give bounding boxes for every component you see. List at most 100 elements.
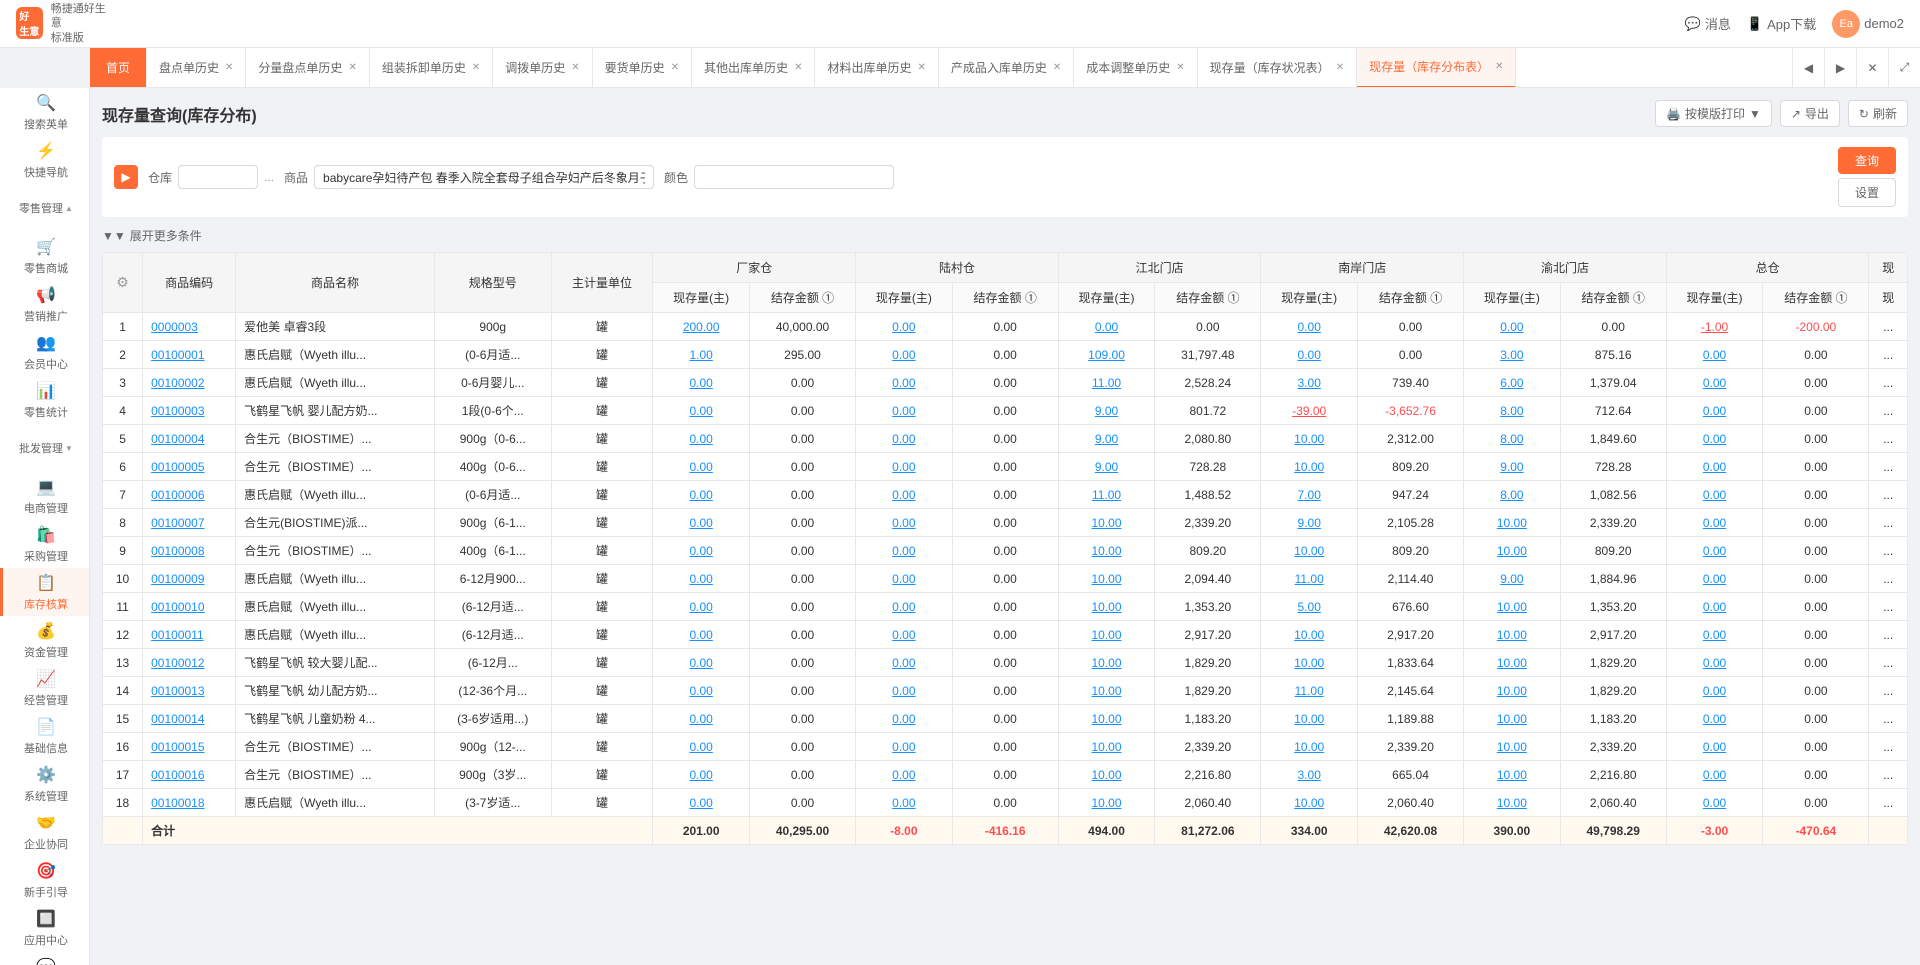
th-general-warehouse: 总仓 xyxy=(1666,253,1869,283)
row-zc-qty: 0.00 xyxy=(1666,733,1762,761)
color-input[interactable] xyxy=(694,165,894,189)
main-content: 现存量查询(库存分布) 🖨️ 按模版打印 ▼ ↗ 导出 ↻ 刷新 ▶ xyxy=(90,88,1920,965)
tab-expand-btn[interactable]: ⤢ xyxy=(1888,48,1920,88)
sidebar-item-retail-stats[interactable]: 📊 零售统计 xyxy=(0,376,89,424)
lightning-icon: ⚡ xyxy=(36,141,56,161)
sidebar-item-search[interactable]: 🔍 搜索英单 xyxy=(0,88,89,136)
row-no: 18 xyxy=(103,789,143,817)
tab-prev-btn[interactable]: ◀ xyxy=(1792,48,1824,88)
sidebar-item-operations[interactable]: 📈 经营管理 xyxy=(0,664,89,712)
row-lc-qty: 0.00 xyxy=(856,705,952,733)
print-btn[interactable]: 🖨️ 按模版打印 ▼ xyxy=(1655,100,1772,127)
row-zc-qty: 0.00 xyxy=(1666,453,1762,481)
query-button[interactable]: 查询 xyxy=(1838,147,1896,174)
sidebar-item-basic-info[interactable]: 📄 基础信息 xyxy=(0,712,89,760)
total-cf-amt: 40,295.00 xyxy=(749,817,855,845)
row-jb-qty: 9.00 xyxy=(1058,453,1154,481)
tab-chancheng[interactable]: 产成品入库单历史 ✕ xyxy=(939,48,1074,88)
th-settings[interactable]: ⚙ xyxy=(103,253,143,313)
row-spec: (6-12月适... xyxy=(434,621,551,649)
row-na-amt: 2,917.20 xyxy=(1357,621,1463,649)
tab-close-icon[interactable]: ✕ xyxy=(1053,62,1061,73)
row-na-amt: 0.00 xyxy=(1357,341,1463,369)
row-jb-qty: 10.00 xyxy=(1058,593,1154,621)
expand-more-btn[interactable]: ▼▼ 展开更多条件 xyxy=(102,227,1908,244)
row-cf-amt: 0.00 xyxy=(749,481,855,509)
tab-close-all-btn[interactable]: ✕ xyxy=(1856,48,1888,88)
row-zc-qty: 0.00 xyxy=(1666,649,1762,677)
row-yb-amt: 2,339.20 xyxy=(1560,733,1666,761)
sidebar-item-finance[interactable]: 💰 资金管理 xyxy=(0,616,89,664)
row-spec: 900g（6-1... xyxy=(434,509,551,537)
row-yb-qty: 6.00 xyxy=(1464,369,1560,397)
warehouse-input[interactable] xyxy=(178,165,258,189)
row-unit: 罐 xyxy=(551,649,653,677)
sidebar-item-enterprise[interactable]: 🤝 企业协同 xyxy=(0,808,89,856)
stats-icon: 📊 xyxy=(36,381,56,401)
filter-expand-btn[interactable]: ▶ xyxy=(114,165,138,189)
row-code: 00100001 xyxy=(143,341,236,369)
sidebar-item-retail-mall[interactable]: 🛒 零售商城 xyxy=(0,232,89,280)
row-lc-qty: 0.00 xyxy=(856,425,952,453)
row-na-amt: 2,145.64 xyxy=(1357,677,1463,705)
row-jb-amt: 2,339.20 xyxy=(1155,733,1261,761)
user-menu[interactable]: Ea demo2 xyxy=(1832,10,1904,38)
tab-next-btn[interactable]: ▶ xyxy=(1824,48,1856,88)
sidebar-item-system[interactable]: ⚙️ 系统管理 xyxy=(0,760,89,808)
tab-close-icon[interactable]: ✕ xyxy=(1336,62,1344,73)
message-btn[interactable]: 💬 消息 xyxy=(1685,14,1731,33)
sidebar-item-purchase[interactable]: 🛍️ 采购管理 xyxy=(0,520,89,568)
sidebar-item-guide[interactable]: 🎯 新手引导 xyxy=(0,856,89,904)
tab-close-icon[interactable]: ✕ xyxy=(472,62,480,73)
tab-close-icon[interactable]: ✕ xyxy=(571,62,579,73)
sidebar-item-apps[interactable]: 🔲 应用中心 xyxy=(0,904,89,952)
refresh-btn[interactable]: ↻ 刷新 xyxy=(1848,100,1908,127)
tab-close-icon[interactable]: ✕ xyxy=(794,62,802,73)
export-btn[interactable]: ↗ 导出 xyxy=(1780,100,1840,127)
row-na-qty: 10.00 xyxy=(1261,453,1357,481)
sidebar-item-wholesale[interactable]: 批发管理 ▼ xyxy=(0,424,89,472)
th-yb-qty: 现存量(主) xyxy=(1464,283,1560,313)
sidebar-item-wechat[interactable]: 💬 企业微信 xyxy=(0,952,89,965)
row-yb-amt: 809.20 xyxy=(1560,537,1666,565)
tab-zuhe[interactable]: 组装拆卸单历史 ✕ xyxy=(370,48,493,88)
row-yb-amt: 1,082.56 xyxy=(1560,481,1666,509)
tab-close-icon[interactable]: ✕ xyxy=(671,62,679,73)
color-label: 颜色 xyxy=(664,169,688,186)
sidebar-item-marketing[interactable]: 📢 营销推广 xyxy=(0,280,89,328)
tab-cailiao[interactable]: 材料出库单历史 ✕ xyxy=(815,48,938,88)
tab-close-icon[interactable]: ✕ xyxy=(1495,61,1503,72)
sidebar-item-members[interactable]: 👥 会员中心 xyxy=(0,328,89,376)
row-lc-qty: 0.00 xyxy=(856,677,952,705)
row-yb-qty: 8.00 xyxy=(1464,481,1560,509)
app-download-btn[interactable]: 📱 App下载 xyxy=(1747,14,1816,33)
tab-close-icon[interactable]: ✕ xyxy=(348,62,356,73)
tab-fenpan[interactable]: 分量盘点单历史 ✕ xyxy=(246,48,369,88)
row-spec: (3-6岁适用...) xyxy=(434,705,551,733)
row-jb-amt: 0.00 xyxy=(1155,313,1261,341)
tab-xiancun2[interactable]: 现存量（库存分布表） ✕ xyxy=(1357,48,1516,88)
tab-yaohuo[interactable]: 要货单历史 ✕ xyxy=(593,48,692,88)
row-yb-amt: 875.16 xyxy=(1560,341,1666,369)
row-unit: 罐 xyxy=(551,425,653,453)
sidebar-item-ecommerce[interactable]: 💻 电商管理 xyxy=(0,472,89,520)
row-cf-qty: 200.00 xyxy=(653,313,749,341)
goods-input[interactable] xyxy=(314,165,654,189)
tab-diaob[interactable]: 调拨单历史 ✕ xyxy=(493,48,592,88)
sidebar-item-inventory[interactable]: 📋 库存核算 xyxy=(0,568,89,616)
tab-home[interactable]: 首页 xyxy=(90,48,147,88)
tab-xiancun1[interactable]: 现存量（库存状况表） ✕ xyxy=(1198,48,1357,88)
tab-close-icon[interactable]: ✕ xyxy=(917,62,925,73)
tab-qita[interactable]: 其他出库单历史 ✕ xyxy=(692,48,815,88)
tab-chengben[interactable]: 成本调整单历史 ✕ xyxy=(1074,48,1197,88)
sidebar-item-quicknav[interactable]: ⚡ 快捷导航 xyxy=(0,136,89,184)
settings-button[interactable]: 设置 xyxy=(1838,178,1896,207)
tab-close-icon[interactable]: ✕ xyxy=(225,62,233,73)
tab-close-icon[interactable]: ✕ xyxy=(1176,62,1184,73)
row-na-qty: 10.00 xyxy=(1261,537,1357,565)
sidebar-item-retail-mgmt[interactable]: 零售管理 ▲ xyxy=(0,184,89,232)
row-jb-amt: 2,216.80 xyxy=(1155,761,1261,789)
row-na-qty: 3.00 xyxy=(1261,761,1357,789)
tab-pandian[interactable]: 盘点单历史 ✕ xyxy=(147,48,246,88)
th-current: 现 xyxy=(1869,253,1908,283)
